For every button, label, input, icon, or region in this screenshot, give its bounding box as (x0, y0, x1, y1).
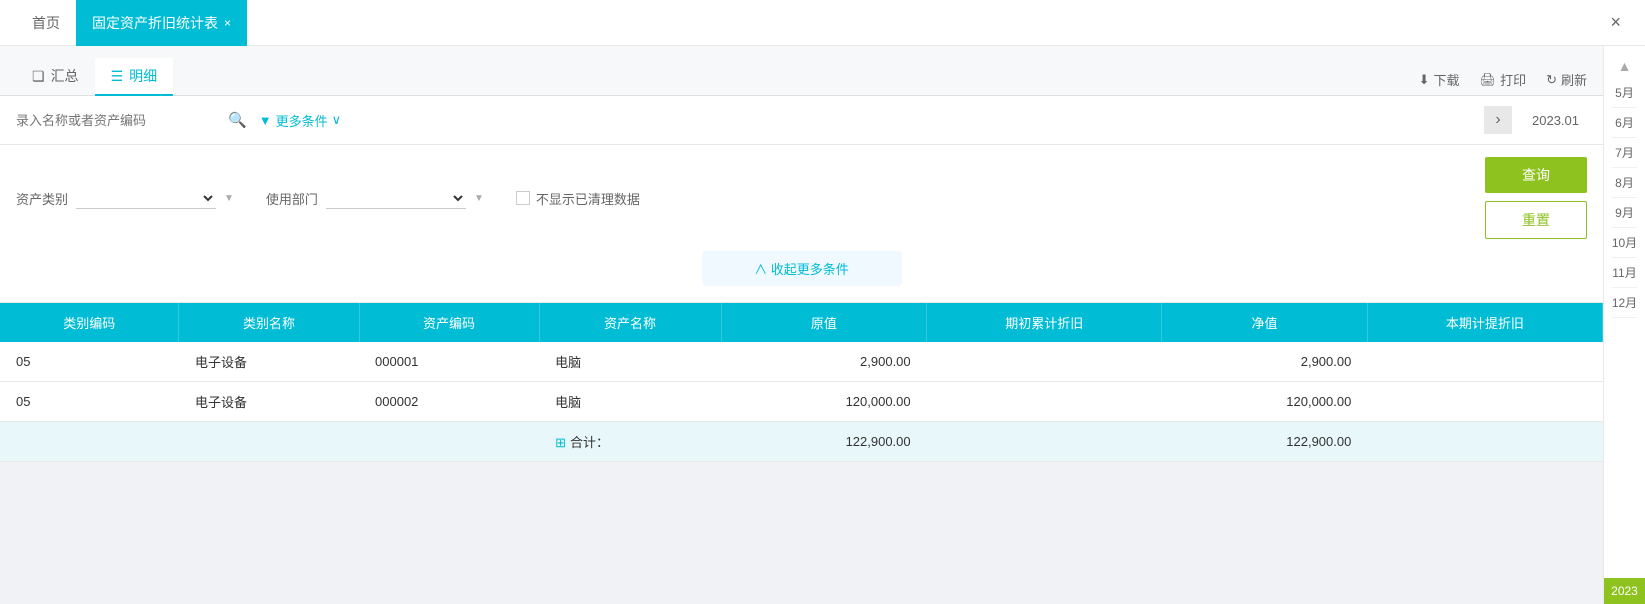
list-icon: ☰ (111, 68, 124, 85)
cell-asset-code: 000001 (359, 342, 539, 382)
sidebar-month-item[interactable]: 5月 (1612, 78, 1637, 108)
cell-category-code: 05 (0, 382, 179, 422)
print-label: 打印 (1500, 70, 1526, 89)
col-net-value: 净值 (1162, 303, 1368, 342)
sidebar-month-item[interactable]: 9月 (1612, 198, 1637, 228)
col-current-depreciation: 本期计提折旧 (1367, 303, 1602, 342)
cell-category-name: 电子设备 (179, 382, 359, 422)
cell-asset-name: 电脑 (539, 382, 721, 422)
col-original-value: 原值 (721, 303, 927, 342)
total-icon: ⊞ (555, 435, 566, 450)
use-dept-label: 使用部门 (266, 189, 318, 208)
cell-current-depreciation (1367, 382, 1602, 422)
dept-dropdown-icon: ▼ (474, 193, 484, 204)
sidebar-month-item[interactable]: 12月 (1612, 288, 1637, 318)
cell-total-original-value: 122,900.00 (721, 422, 927, 462)
refresh-label: 刷新 (1561, 70, 1587, 89)
table-wrapper: 类别编码 类别名称 资产编码 资产名称 原值 期初累计折旧 净值 本期计提折旧 … (0, 303, 1603, 462)
tab-detail-label: 明细 (129, 66, 157, 86)
sub-tab-bar: ❏ 汇总 ☰ 明细 ⬇ 下载 🖨 打印 ↻ 刷新 (0, 46, 1603, 96)
use-dept-select[interactable] (326, 187, 466, 209)
home-nav-item[interactable]: 首页 (16, 13, 76, 33)
cell-category-name: 电子设备 (179, 342, 359, 382)
cell-accumulated-depreciation (927, 342, 1162, 382)
more-conditions-button[interactable]: ▼ 更多条件 ∨ (259, 111, 341, 130)
print-button[interactable]: 🖨 打印 (1480, 70, 1527, 89)
reset-button[interactable]: 重置 (1485, 201, 1587, 239)
nav-arrow-right[interactable]: › (1484, 106, 1512, 134)
search-input[interactable] (16, 113, 216, 128)
table-header-row: 类别编码 类别名称 资产编码 资产名称 原值 期初累计折旧 净值 本期计提折旧 (0, 303, 1603, 342)
right-sidebar: ▲ 5月6月7月8月9月10月11月12月 2023 (1603, 46, 1645, 604)
search-bar: 🔍 ▼ 更多条件 ∨ › 2023.01 (0, 96, 1603, 145)
search-icon[interactable]: 🔍 (228, 111, 247, 129)
cell-total-accumulated (927, 422, 1162, 462)
refresh-icon: ↻ (1546, 72, 1557, 88)
cell-net-value: 2,900.00 (1162, 342, 1368, 382)
col-asset-code: 资产编码 (359, 303, 539, 342)
tab-detail[interactable]: ☰ 明细 (95, 58, 174, 96)
no-cleared-label: 不显示已清理数据 (536, 189, 640, 208)
query-button[interactable]: 查询 (1485, 157, 1587, 193)
tab-close-icon[interactable]: × (224, 16, 231, 30)
sidebar-year: 2023 (1604, 578, 1645, 604)
data-table: 类别编码 类别名称 资产编码 资产名称 原值 期初累计折旧 净值 本期计提折旧 … (0, 303, 1603, 462)
cell-total-label (0, 422, 539, 462)
sidebar-month-item[interactable]: 11月 (1612, 258, 1637, 288)
cell-total-current (1367, 422, 1602, 462)
col-accumulated-depreciation: 期初累计折旧 (927, 303, 1162, 342)
close-window-button[interactable]: × (1602, 12, 1629, 33)
filter-icon: ▼ (259, 113, 272, 128)
tab-summary[interactable]: ❏ 汇总 (16, 58, 95, 96)
filter-row: 资产类别 电子设备 ▼ 使用部门 ▼ 不显示已清理数据 查询 重置 (16, 157, 1587, 251)
cell-total-net-value: 122,900.00 (1162, 422, 1368, 462)
chevron-down-icon: ∨ (332, 112, 342, 128)
table-total-row: ⊞合计： 122,900.00 122,900.00 (0, 422, 1603, 462)
sidebar-months: 5月6月7月8月9月10月11月12月 (1612, 78, 1637, 318)
refresh-button[interactable]: ↻ 刷新 (1546, 70, 1587, 89)
cell-original-value: 2,900.00 (721, 342, 927, 382)
no-cleared-checkbox[interactable] (516, 191, 530, 205)
layers-icon: ❏ (32, 68, 45, 85)
cell-asset-name: 电脑 (539, 342, 721, 382)
toolbar-right: ⬇ 下载 🖨 打印 ↻ 刷新 (1419, 70, 1587, 95)
filter-use-dept: 使用部门 ▼ (266, 187, 484, 209)
cell-current-depreciation (1367, 342, 1602, 382)
active-tab[interactable]: 固定资产折旧统计表 × (76, 0, 247, 46)
download-label: 下载 (1434, 70, 1460, 89)
filter-buttons: 查询 重置 (1485, 157, 1587, 239)
category-dropdown-icon: ▼ (224, 193, 234, 204)
cell-net-value: 120,000.00 (1162, 382, 1368, 422)
tab-label: 固定资产折旧统计表 (92, 13, 218, 33)
main-content: ❏ 汇总 ☰ 明细 ⬇ 下载 🖨 打印 ↻ 刷新 🔍 ▼ (0, 46, 1603, 604)
sidebar-month-item[interactable]: 7月 (1612, 138, 1637, 168)
cell-total-text: ⊞合计： (539, 422, 721, 462)
asset-category-select[interactable]: 电子设备 (76, 187, 216, 209)
filter-label: 更多条件 (276, 111, 328, 130)
no-cleared-filter: 不显示已清理数据 (516, 189, 640, 208)
sidebar-scroll-up[interactable]: ▲ (1604, 54, 1645, 78)
sidebar-month-item[interactable]: 6月 (1612, 108, 1637, 138)
col-category-code: 类别编码 (0, 303, 179, 342)
col-asset-name: 资产名称 (539, 303, 721, 342)
filter-area: 资产类别 电子设备 ▼ 使用部门 ▼ 不显示已清理数据 查询 重置 (0, 145, 1603, 303)
asset-category-label: 资产类别 (16, 189, 68, 208)
sidebar-month-item[interactable]: 10月 (1612, 228, 1637, 258)
date-label: 2023.01 (1524, 113, 1587, 128)
cell-accumulated-depreciation (927, 382, 1162, 422)
top-nav: 首页 固定资产折旧统计表 × × (0, 0, 1645, 46)
cell-original-value: 120,000.00 (721, 382, 927, 422)
sidebar-month-item[interactable]: 8月 (1612, 168, 1637, 198)
filter-asset-category: 资产类别 电子设备 ▼ (16, 187, 234, 209)
download-icon: ⬇ (1419, 72, 1430, 88)
collapse-conditions-button[interactable]: ∧ 收起更多条件 (702, 251, 902, 286)
cell-category-code: 05 (0, 342, 179, 382)
tab-summary-label: 汇总 (51, 66, 79, 86)
download-button[interactable]: ⬇ 下载 (1419, 70, 1460, 89)
cell-asset-code: 000002 (359, 382, 539, 422)
table-row: 05 电子设备 000001 电脑 2,900.00 2,900.00 (0, 342, 1603, 382)
col-category-name: 类别名称 (179, 303, 359, 342)
print-icon: 🖨 (1480, 72, 1497, 88)
table-row: 05 电子设备 000002 电脑 120,000.00 120,000.00 (0, 382, 1603, 422)
